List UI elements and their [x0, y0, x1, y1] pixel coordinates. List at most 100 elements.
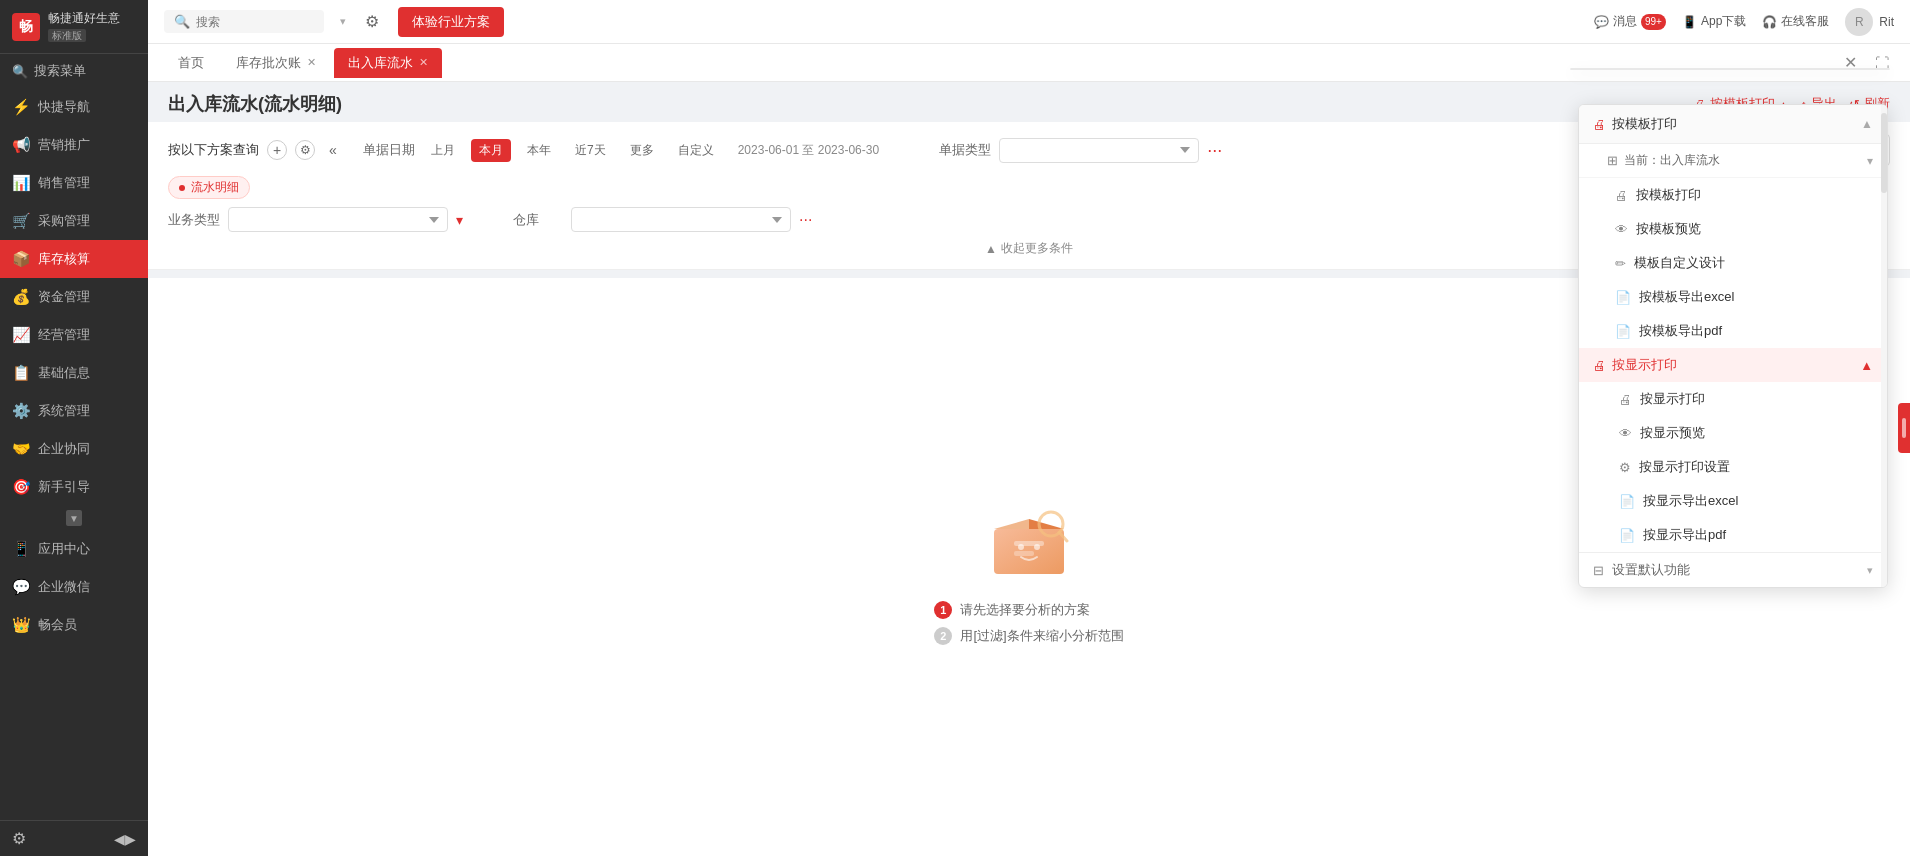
app-download-btn[interactable]: 📱 App下载 — [1682, 13, 1746, 30]
filter-collapse-btn[interactable]: « — [323, 140, 343, 160]
logo-icon: 畅 — [12, 13, 40, 41]
tab-close-all-btn[interactable]: ✕ — [1838, 51, 1862, 75]
dropdown-current-item[interactable]: ⊞ 当前：出入库流水 ▾ — [1579, 144, 1887, 178]
notifications-btn[interactable]: 💬 消息 99+ — [1594, 13, 1666, 30]
sidebar-item-wechat[interactable]: 💬 企业微信 — [0, 568, 148, 606]
print-template-icon: 🖨 — [1615, 188, 1628, 203]
topbar: 🔍 ▾ ⚙ 体验行业方案 💬 消息 99+ 📱 App下载 🎧 在线客服 — [148, 0, 1910, 44]
topbar-nav-dropdown[interactable]: ▾ — [336, 15, 346, 28]
filter-add-btn[interactable]: + — [267, 140, 287, 160]
dropdown-item-export-pdf-template[interactable]: 📄 按模板导出pdf — [1579, 314, 1887, 348]
doc-type-more-btn[interactable]: ··· — [1207, 140, 1222, 161]
dropdown-scrollbar — [1881, 105, 1887, 587]
topbar-gear-btn[interactable]: ⚙ — [358, 8, 386, 36]
empty-state: 1 请先选择要分析的方案 2 用[过滤]条件来缩小分析范围 — [934, 489, 1123, 645]
dropdown-item-print-display[interactable]: 🖨 按显示打印 — [1579, 382, 1887, 416]
biz-type-dropdown-icon[interactable]: ▾ — [456, 212, 463, 228]
date-btn-custom[interactable]: 自定义 — [670, 139, 722, 162]
avatar: R — [1845, 8, 1873, 36]
logo-text: 畅捷通好生意 标准版 — [48, 10, 120, 43]
sidebar-nav: ⚡ 快捷导航 📢 营销推广 📊 销售管理 🛒 采购管理 📦 库存核算 💰 资金管… — [0, 88, 148, 820]
wechat-icon: 💬 — [12, 578, 30, 596]
topbar-search-box[interactable]: 🔍 — [164, 10, 324, 33]
warehouse-select[interactable] — [571, 207, 791, 232]
date-btn-this-year[interactable]: 本年 — [519, 139, 559, 162]
sidebar-item-inventory[interactable]: 📦 库存核算 — [0, 240, 148, 278]
display-section-chevron-icon: ▲ — [1860, 358, 1873, 373]
current-item-icon: ⊞ — [1607, 153, 1618, 168]
date-btn-last-month[interactable]: 上月 — [423, 139, 463, 162]
filter-date-section: 单据日期 上月 本月 本年 近7天 更多 自定义 2023-06-01 至 20… — [363, 139, 879, 162]
dropdown-item-preview-template[interactable]: 👁 按模板预览 — [1579, 212, 1887, 246]
sidebar-item-operations[interactable]: 📈 经营管理 — [0, 316, 148, 354]
user-profile[interactable]: R Rit — [1845, 8, 1894, 36]
right-edge-handle[interactable] — [1898, 403, 1910, 453]
sidebar-scroll-down[interactable]: ▼ — [66, 510, 82, 526]
tab-expand-btn[interactable]: ⛶ — [1870, 51, 1894, 75]
date-btn-more[interactable]: 更多 — [622, 139, 662, 162]
search-topbar-icon: 🔍 — [174, 14, 190, 29]
headset-icon: 🎧 — [1762, 15, 1777, 29]
date-btn-this-month[interactable]: 本月 — [471, 139, 511, 162]
preview-template-icon: 👁 — [1615, 222, 1628, 237]
search-input[interactable] — [196, 15, 276, 29]
sidebar-item-system[interactable]: ⚙️ 系统管理 — [0, 392, 148, 430]
sidebar-item-quick-nav[interactable]: ⚡ 快捷导航 — [0, 88, 148, 126]
dropdown-item-export-excel-display[interactable]: 📄 按显示导出excel — [1579, 484, 1887, 518]
chevron-up-collapse-icon: ▲ — [985, 242, 997, 256]
filter-label: 按以下方案查询 + ⚙ « — [168, 140, 343, 160]
operations-icon: 📈 — [12, 326, 30, 344]
dropdown-item-preview-display[interactable]: 👁 按显示预览 — [1579, 416, 1887, 450]
doc-type-select[interactable] — [999, 138, 1199, 163]
purchase-icon: 🛒 — [12, 212, 30, 230]
tabbar: 首页 库存批次账 ✕ 出入库流水 ✕ ✕ ⛶ — [148, 44, 1910, 82]
dropdown-item-custom-design[interactable]: ✏ 模板自定义设计 — [1579, 246, 1887, 280]
tab-batch-account-close[interactable]: ✕ — [307, 56, 316, 69]
sidebar-search-item[interactable]: 🔍 搜索菜单 — [0, 54, 148, 88]
tab-batch-account[interactable]: 库存批次账 ✕ — [222, 48, 330, 78]
svg-point-7 — [1018, 544, 1024, 550]
warehouse-more-btn[interactable]: ··· — [799, 211, 812, 229]
dropdown-item-print-template[interactable]: 🖨 按模板打印 — [1579, 178, 1887, 212]
tab-flow[interactable]: 出入库流水 ✕ — [334, 48, 442, 78]
industry-solution-button[interactable]: 体验行业方案 — [398, 7, 504, 37]
biz-type-select[interactable] — [228, 207, 448, 232]
dropdown-scrollbar-thumb[interactable] — [1881, 113, 1887, 193]
dropdown-display-section-header[interactable]: 🖨 按显示打印 ▲ — [1579, 348, 1887, 382]
sidebar-item-marketing[interactable]: 📢 营销推广 — [0, 126, 148, 164]
sidebar-item-purchase[interactable]: 🛒 采购管理 — [0, 202, 148, 240]
date-btn-7days[interactable]: 近7天 — [567, 139, 614, 162]
dropdown-item-print-settings-display[interactable]: ⚙ 按显示打印设置 — [1579, 450, 1887, 484]
filter-settings-btn[interactable]: ⚙ — [295, 140, 315, 160]
dropdown-collapse-icon[interactable]: ▲ — [1861, 117, 1873, 131]
collapse-sidebar-icon[interactable]: ◀▶ — [114, 831, 136, 847]
current-chevron-icon: ▾ — [1867, 154, 1873, 168]
dropdown-item-export-excel-template[interactable]: 📄 按模板导出excel — [1579, 280, 1887, 314]
sidebar-item-sales[interactable]: 📊 销售管理 — [0, 164, 148, 202]
online-service-btn[interactable]: 🎧 在线客服 — [1762, 13, 1829, 30]
dropdown-item-export-pdf-display[interactable]: 📄 按显示导出pdf — [1579, 518, 1887, 552]
dropdown-set-default-btn[interactable]: ⊟ 设置默认功能 ▾ — [1579, 552, 1887, 587]
sidebar-item-basic[interactable]: 📋 基础信息 — [0, 354, 148, 392]
page-title: 出入库流水(流水明细) — [168, 92, 342, 116]
sidebar-item-enterprise[interactable]: 🤝 企业协同 — [0, 430, 148, 468]
sidebar-item-app-center[interactable]: 📱 应用中心 — [0, 530, 148, 568]
sidebar-item-finance[interactable]: 💰 资金管理 — [0, 278, 148, 316]
svg-marker-1 — [994, 519, 1029, 529]
tab-flow-close[interactable]: ✕ — [419, 56, 428, 69]
dropdown-template-section: 🖨 按模板打印 👁 按模板预览 ✏ 模板自定义设计 📄 按模板导出excel 📄… — [1579, 178, 1887, 348]
sidebar-item-guide[interactable]: 🎯 新手引导 — [0, 468, 148, 506]
svg-point-8 — [1034, 544, 1040, 550]
tab-home[interactable]: 首页 — [164, 48, 218, 78]
settings-bottom-icon[interactable]: ⚙ — [12, 829, 26, 848]
print-dropdown-panel: 🖨 按模板打印 ▲ ⊞ 当前：出入库流水 ▾ 🖨 按模板打印 👁 按模板预览 ✏… — [1578, 104, 1888, 588]
empty-icon — [979, 489, 1079, 589]
filter-tag-flow-detail[interactable]: 流水明细 — [168, 176, 250, 199]
footer-chevron-icon: ▾ — [1867, 564, 1873, 577]
date-range-display: 2023-06-01 至 2023-06-30 — [738, 142, 879, 159]
tag-dot — [179, 185, 185, 191]
sidebar-item-member[interactable]: 👑 畅会员 — [0, 606, 148, 644]
sales-icon: 📊 — [12, 174, 30, 192]
sidebar: 畅 畅捷通好生意 标准版 🔍 搜索菜单 ⚡ 快捷导航 📢 营销推广 📊 销售管理… — [0, 0, 148, 856]
printer-header-icon: 🖨 — [1593, 117, 1606, 132]
